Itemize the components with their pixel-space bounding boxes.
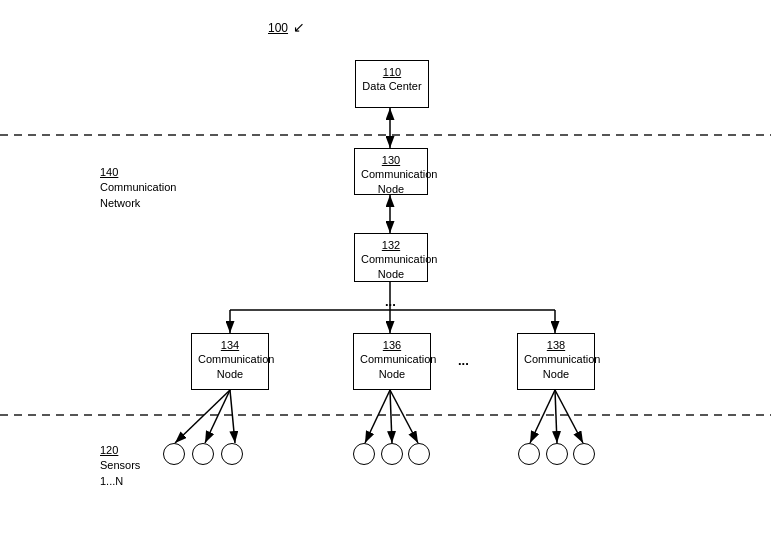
svg-line-11 bbox=[175, 390, 230, 443]
svg-line-18 bbox=[555, 390, 557, 443]
sensor-136-1 bbox=[353, 443, 375, 465]
node-138-box: 138 Communication Node bbox=[517, 333, 595, 390]
sensor-138-1 bbox=[518, 443, 540, 465]
ellipsis-top: ... bbox=[385, 293, 396, 311]
ellipsis-bottom: ... bbox=[458, 352, 469, 370]
svg-line-13 bbox=[230, 390, 235, 443]
svg-line-12 bbox=[205, 390, 230, 443]
svg-line-16 bbox=[390, 390, 418, 443]
sensor-136-3 bbox=[408, 443, 430, 465]
svg-line-15 bbox=[390, 390, 392, 443]
sensor-136-2 bbox=[381, 443, 403, 465]
network-label: 140 Communication Network bbox=[100, 165, 176, 211]
sensor-138-2 bbox=[546, 443, 568, 465]
diagram: 100 ↙ 110 Data Center 140 Communication … bbox=[0, 0, 771, 537]
svg-line-19 bbox=[555, 390, 583, 443]
svg-line-17 bbox=[530, 390, 555, 443]
sensors-label: 120 Sensors 1...N bbox=[100, 443, 140, 489]
data-center-box: 110 Data Center bbox=[355, 60, 429, 108]
sensor-138-3 bbox=[573, 443, 595, 465]
node-134-box: 134 Communication Node bbox=[191, 333, 269, 390]
sensor-134-3 bbox=[221, 443, 243, 465]
node-136-box: 136 Communication Node bbox=[353, 333, 431, 390]
sensor-134-1 bbox=[163, 443, 185, 465]
svg-line-14 bbox=[365, 390, 390, 443]
sensor-134-2 bbox=[192, 443, 214, 465]
diagram-number-label: 100 ↙ bbox=[268, 18, 305, 38]
node-130-box: 130 Communication Node bbox=[354, 148, 428, 195]
node-132-box: 132 Communication Node bbox=[354, 233, 428, 282]
